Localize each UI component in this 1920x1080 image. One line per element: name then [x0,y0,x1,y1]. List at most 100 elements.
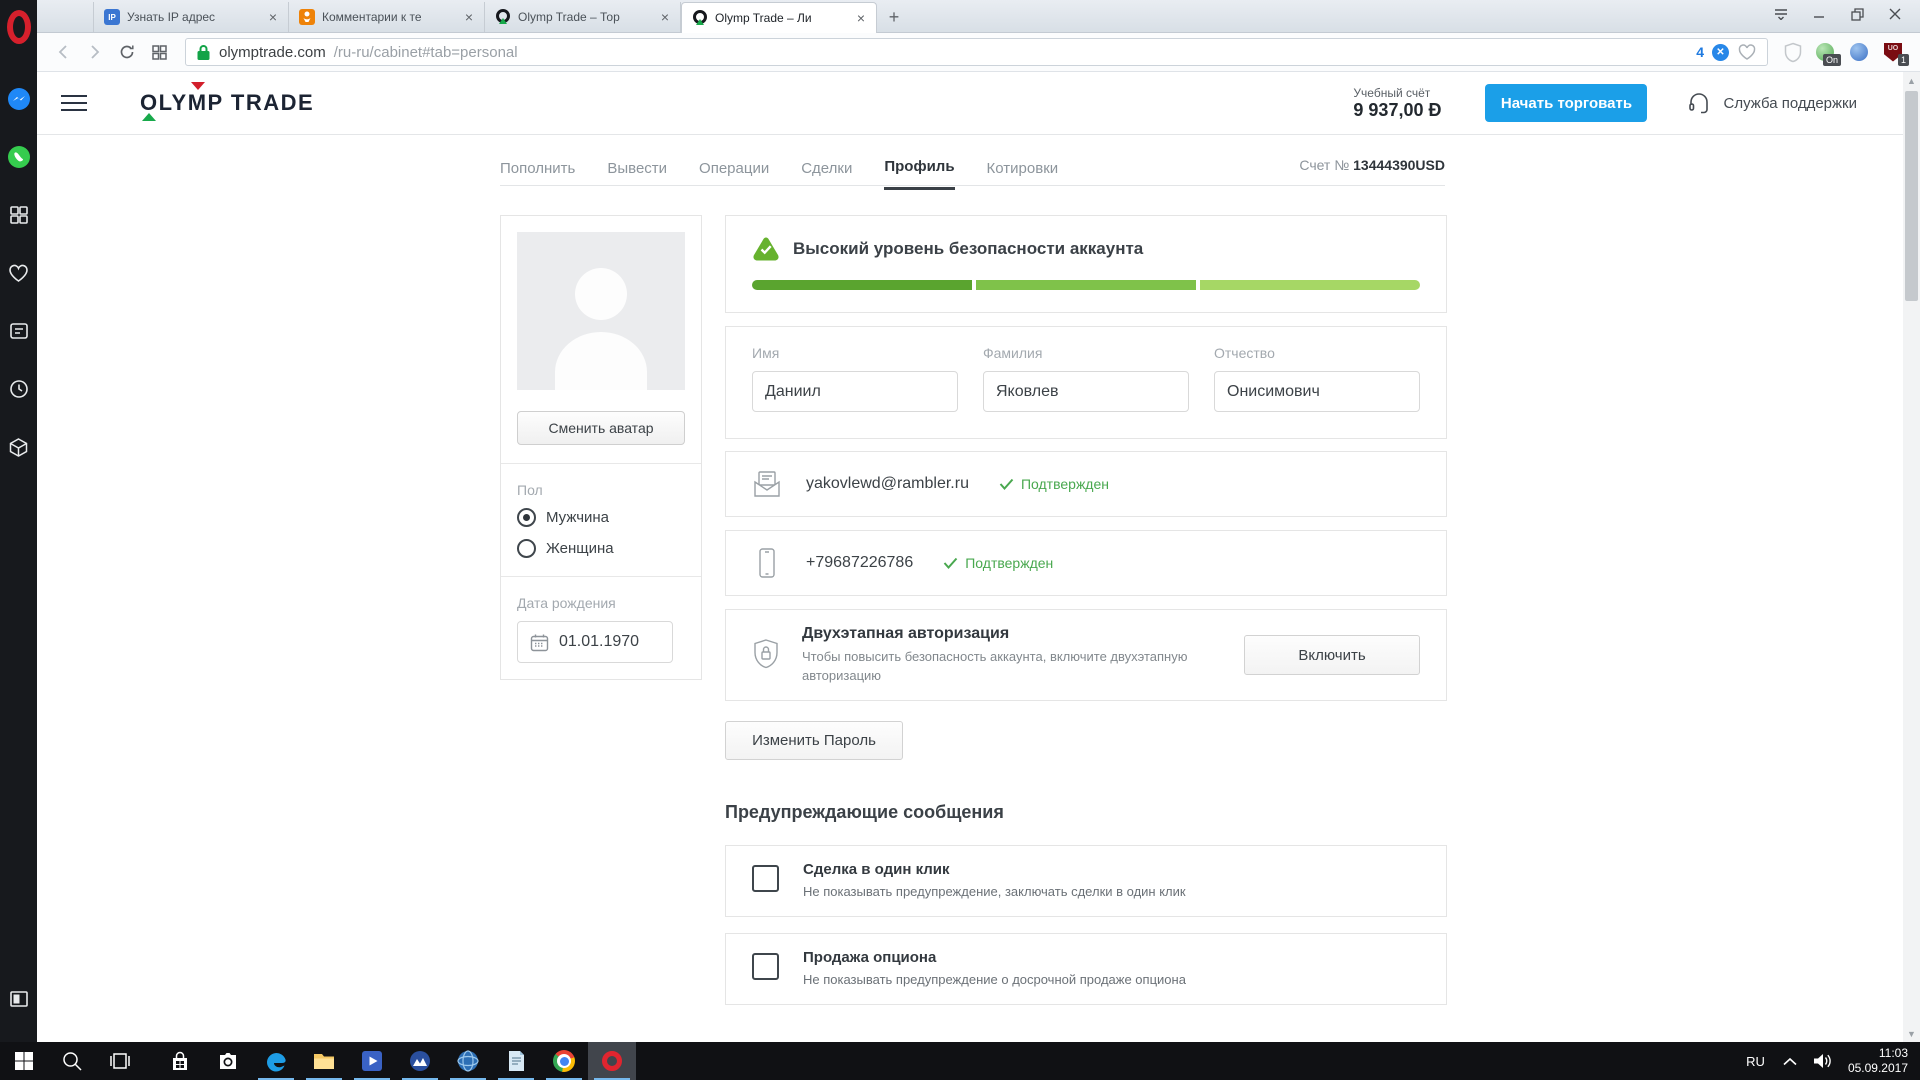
support-link[interactable]: Служба поддержки [1687,91,1857,115]
sphere-icon[interactable] [444,1042,492,1080]
tab-close-icon[interactable]: × [462,9,476,25]
nav-profile-active[interactable]: Профиль [884,158,955,190]
tab-title: Olymp Trade – Ли [715,11,812,25]
gender-female-option[interactable]: Женщина [517,539,685,558]
url-field[interactable]: olymptrade.com/ru-ru/cabinet#tab=persona… [185,38,1768,66]
tray-chevron-up-icon[interactable] [1783,1057,1797,1066]
scroll-up-icon[interactable]: ▲ [1903,72,1920,89]
tab-close-icon[interactable]: × [266,9,280,25]
task-view-icon[interactable] [96,1042,144,1080]
opera-logo-icon[interactable] [6,10,31,44]
minimize-button[interactable] [1802,4,1836,24]
tab-menu-icon[interactable] [1764,4,1798,24]
one-click-deal-checkbox[interactable] [752,865,779,892]
tab-comments[interactable]: Комментарии к те × [289,2,485,32]
url-host: olymptrade.com [219,43,326,61]
language-indicator[interactable]: RU [1746,1054,1765,1069]
volume-icon[interactable] [1813,1053,1832,1069]
globe-extension-icon[interactable] [1848,41,1870,63]
middle-name-input[interactable] [1214,371,1420,412]
progress-segment-3 [1200,280,1420,290]
calendar-icon [530,634,549,651]
nordvpn-icon[interactable] [396,1042,444,1080]
option-sale-checkbox[interactable] [752,953,779,980]
last-name-input[interactable] [983,371,1189,412]
tab-ip-lookup[interactable]: IP Узнать IP адрес × [93,2,289,32]
notepad-icon[interactable] [492,1042,540,1080]
speed-dial-button[interactable] [143,37,175,67]
radio-selected-icon[interactable] [517,508,536,527]
account-balance[interactable]: Учебный счёт 9 937,00 Đ [1353,86,1441,121]
lock-icon [197,44,210,60]
speed-dial-icon[interactable] [0,186,37,244]
tab-close-icon[interactable]: × [658,9,672,25]
vpn-extension-icon[interactable]: On [1814,41,1841,66]
camera-icon[interactable] [204,1042,252,1080]
panel-setup-icon[interactable] [0,970,37,1028]
news-icon[interactable] [0,302,37,360]
ip-favicon: IP [104,9,120,25]
birthdate-value: 01.01.1970 [559,633,640,650]
movies-tv-icon[interactable] [348,1042,396,1080]
bookmarks-heart-icon[interactable] [0,244,37,302]
file-explorer-icon[interactable] [300,1042,348,1080]
nav-quotes[interactable]: Котировки [987,160,1059,189]
tab-close-icon[interactable]: × [854,10,868,26]
tab-olymp-cabinet-active[interactable]: Olymp Trade – Ли × [681,2,877,33]
progress-segment-2 [976,280,1196,290]
birthdate-label: Дата рождения [517,595,616,611]
twofa-description: Чтобы повысить безопасность аккаунта, вк… [802,648,1188,683]
nav-trades[interactable]: Сделки [801,160,852,189]
adblock-extension-icon[interactable]: UO 1 [1882,41,1909,66]
nav-deposit[interactable]: Пополнить [500,160,575,189]
clock-time: 11:03 [1878,1046,1908,1060]
messenger-icon[interactable] [0,70,37,128]
history-clock-icon[interactable] [0,360,37,418]
shield-icon[interactable] [1784,42,1802,63]
scrollbar-thumb[interactable] [1905,91,1918,301]
email-row: yakovlewd@rambler.ru Подтвержден [725,451,1447,517]
first-name-input[interactable] [752,371,958,412]
two-factor-row: Двухэтапная авторизация Чтобы повысить б… [725,609,1447,701]
progress-segment-1 [752,280,972,290]
nav-withdraw[interactable]: Вывести [607,160,667,189]
nav-operations[interactable]: Операции [699,160,769,189]
new-tab-button[interactable]: + [877,2,911,32]
tab-olymp-trading[interactable]: Olymp Trade – Тор × [485,2,681,32]
edge-icon[interactable] [252,1042,300,1080]
logo-green-triangle [142,113,156,121]
chrome-icon[interactable] [540,1042,588,1080]
whatsapp-icon[interactable] [0,128,37,186]
gender-male-label: Мужчина [546,509,610,526]
windows-taskbar: RU 11:03 05.09.2017 [0,1042,1920,1080]
start-trading-button[interactable]: Начать торговать [1485,84,1648,122]
extension-x-icon[interactable]: ✕ [1712,43,1729,61]
forward-button[interactable] [79,37,111,67]
microsoft-store-icon[interactable] [156,1042,204,1080]
gender-male-option[interactable]: Мужчина [517,508,685,527]
close-button[interactable] [1878,4,1912,24]
email-value: yakovlewd@rambler.ru [806,475,969,492]
option-sale-row: Продажа опциона Не показывать предупрежд… [725,933,1447,1005]
menu-hamburger-icon[interactable] [61,90,87,116]
scroll-down-icon[interactable]: ▼ [1903,1025,1920,1042]
tab-strip: IP Узнать IP адрес × Комментарии к те × … [37,0,1920,33]
start-button[interactable] [0,1042,48,1080]
support-label: Служба поддержки [1723,94,1857,112]
birthdate-input[interactable]: 01.01.1970 [517,621,673,663]
extensions-box-icon[interactable] [0,418,37,476]
change-avatar-button[interactable]: Сменить аватар [517,411,685,445]
taskbar-search-icon[interactable] [48,1042,96,1080]
back-button[interactable] [47,37,79,67]
opera-icon[interactable] [588,1042,636,1080]
taskbar-clock[interactable]: 11:03 05.09.2017 [1848,1046,1908,1076]
reload-button[interactable] [111,37,143,67]
page-scrollbar[interactable]: ▲ ▼ [1903,72,1920,1042]
radio-icon[interactable] [517,539,536,558]
check-icon [999,478,1014,490]
bookmark-heart-icon[interactable] [1737,43,1757,61]
restore-button[interactable] [1840,4,1874,24]
enable-twofa-button[interactable]: Включить [1244,635,1420,675]
olymp-trade-logo[interactable]: OLYMP TRADE [140,82,314,121]
change-password-button[interactable]: Изменить Пароль [725,721,903,760]
